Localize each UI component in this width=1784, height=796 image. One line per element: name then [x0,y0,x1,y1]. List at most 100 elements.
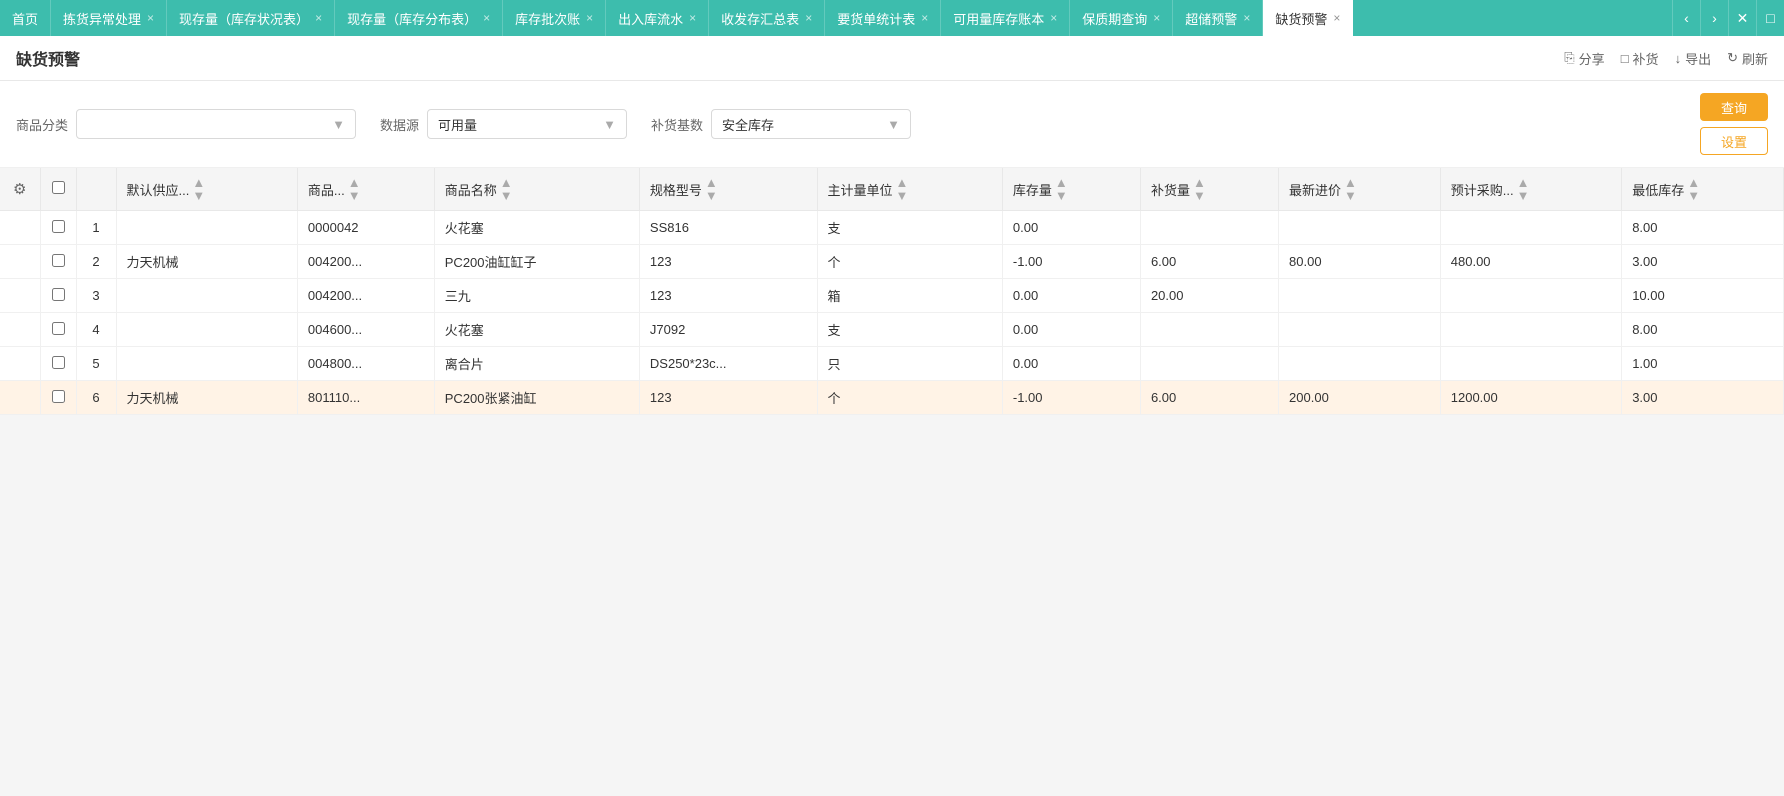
replenish-base-filter: 补货基数 安全库存 ▼ [651,109,911,139]
tab-item-6[interactable]: 收发存汇总表× [709,0,825,36]
row-goods-code: 004600... [297,313,434,347]
tab-close-btn[interactable]: × [315,11,322,25]
replenish-icon: □ [1621,51,1629,66]
tab-item-1[interactable]: 拣货异常处理× [51,0,167,36]
th-replenish-label: 补货量 [1151,180,1190,199]
setting-button[interactable]: 设置 [1700,127,1768,155]
row-checkbox[interactable] [52,390,65,403]
settings-gear-icon[interactable]: ⚙ [13,181,26,198]
refresh-btn[interactable]: ↻ 刷新 [1727,49,1768,68]
table-body: 1 0000042 火花塞 SS816 支 0.00 8.00 2 力天机械 0… [0,211,1784,415]
tab-close-btn[interactable]: × [805,11,812,25]
tab-close-btn[interactable]: × [483,11,490,25]
min-stock-sort-icon: ▲▼ [1687,176,1700,202]
row-latest-price [1279,211,1441,245]
goods-name-sort-icon: ▲▼ [500,176,513,202]
row-replenish [1140,313,1278,347]
row-replenish [1140,211,1278,245]
th-unit[interactable]: 主计量单位 ▲▼ [817,168,1002,211]
tab-close-all-btn[interactable]: ✕ [1728,0,1756,36]
share-btn[interactable]: ⎘ 分享 [1564,49,1604,68]
th-replenish[interactable]: 补货量 ▲▼ [1140,168,1278,211]
row-checkbox[interactable] [52,220,65,233]
row-goods-name: 离合片 [434,347,639,381]
tab-item-7[interactable]: 要货单统计表× [825,0,941,36]
row-goods-code: 004200... [297,245,434,279]
replenish-base-label: 补货基数 [651,115,703,134]
th-spec[interactable]: 规格型号 ▲▼ [639,168,817,211]
row-min-stock: 3.00 [1622,381,1784,415]
category-select[interactable]: ▼ [76,109,356,139]
tab-close-btn[interactable]: × [147,11,154,25]
th-est-purchase[interactable]: 预计采购... ▲▼ [1440,168,1621,211]
replenish-base-select[interactable]: 安全库存 ▼ [711,109,911,139]
row-num: 4 [76,313,116,347]
th-goods-code[interactable]: 商品... ▲▼ [297,168,434,211]
th-min-stock-label: 最低库存 [1632,180,1684,199]
row-goods-code: 0000042 [297,211,434,245]
replenish-btn[interactable]: □ 补货 [1621,49,1659,68]
row-supplier [116,211,297,245]
tab-label: 可用量库存账本 [953,9,1044,28]
row-num: 1 [76,211,116,245]
row-num: 2 [76,245,116,279]
datasource-label: 数据源 [380,115,419,134]
tab-close-btn[interactable]: × [1333,11,1340,25]
tab-close-btn[interactable]: × [689,11,696,25]
th-num [76,168,116,211]
row-min-stock: 3.00 [1622,245,1784,279]
th-stock[interactable]: 库存量 ▲▼ [1002,168,1140,211]
table-row: 1 0000042 火花塞 SS816 支 0.00 8.00 [0,211,1784,245]
export-btn[interactable]: ↓ 导出 [1675,49,1712,68]
row-latest-price [1279,347,1441,381]
tab-label: 库存批次账 [515,9,580,28]
row-checkbox[interactable] [52,254,65,267]
tab-close-btn[interactable]: × [1153,11,1160,25]
tab-item-4[interactable]: 库存批次账 × [503,0,606,36]
tab-item-2[interactable]: 现存量（库存状况表）× [167,0,335,36]
tab-close-btn[interactable]: × [1243,11,1250,25]
tab-prev-btn[interactable]: ‹ [1672,0,1700,36]
tab-close-btn[interactable]: × [586,11,593,25]
row-replenish: 20.00 [1140,279,1278,313]
share-icon: ⎘ [1564,50,1574,66]
page-content: 缺货预警 ⎘ 分享 □ 补货 ↓ 导出 ↻ 刷新 商品分类 [0,36,1784,415]
select-all-checkbox[interactable] [52,181,65,194]
tab-next-btn[interactable]: › [1700,0,1728,36]
tab-item-9[interactable]: 保质期查询× [1070,0,1173,36]
query-button[interactable]: 查询 [1700,93,1768,121]
row-num: 6 [76,381,116,415]
tab-item-10[interactable]: 超储预警× [1173,0,1263,36]
row-spec: DS250*23c... [639,347,817,381]
stock-sort-icon: ▲▼ [1055,176,1068,202]
refresh-icon: ↻ [1727,50,1738,66]
row-checkbox[interactable] [52,322,65,335]
th-latest-price[interactable]: 最新进价 ▲▼ [1279,168,1441,211]
th-goods-name[interactable]: 商品名称 ▲▼ [434,168,639,211]
row-stock: 0.00 [1002,211,1140,245]
row-spec: 123 [639,245,817,279]
row-checkbox[interactable] [52,288,65,301]
tab-item-3[interactable]: 现存量（库存分布表）× [335,0,503,36]
th-settings: ⚙ [0,168,40,211]
row-checkbox[interactable] [52,356,65,369]
tab-close-btn[interactable]: × [1050,11,1057,25]
datasource-arrow-icon: ▼ [603,117,616,132]
row-est-purchase [1440,279,1621,313]
row-unit: 支 [817,313,1002,347]
tab-item-0[interactable]: 首页 [0,0,51,36]
row-num: 5 [76,347,116,381]
goods-code-sort-icon: ▲▼ [348,176,361,202]
tab-maximize-btn[interactable]: □ [1756,0,1784,36]
page-title: 缺货预警 [16,46,80,70]
th-min-stock[interactable]: 最低库存 ▲▼ [1622,168,1784,211]
datasource-select[interactable]: 可用量 ▼ [427,109,627,139]
tab-item-5[interactable]: 出入库流水× [606,0,709,36]
row-stock: -1.00 [1002,381,1140,415]
tab-close-btn[interactable]: × [921,11,928,25]
tab-item-8[interactable]: 可用量库存账本 × [941,0,1070,36]
th-default-supplier[interactable]: 默认供应... ▲▼ [116,168,297,211]
table-header-row: ⚙ 默认供应... ▲▼ 商品... [0,168,1784,211]
tab-item-11[interactable]: 缺货预警× [1263,0,1353,36]
data-table: ⚙ 默认供应... ▲▼ 商品... [0,168,1784,415]
